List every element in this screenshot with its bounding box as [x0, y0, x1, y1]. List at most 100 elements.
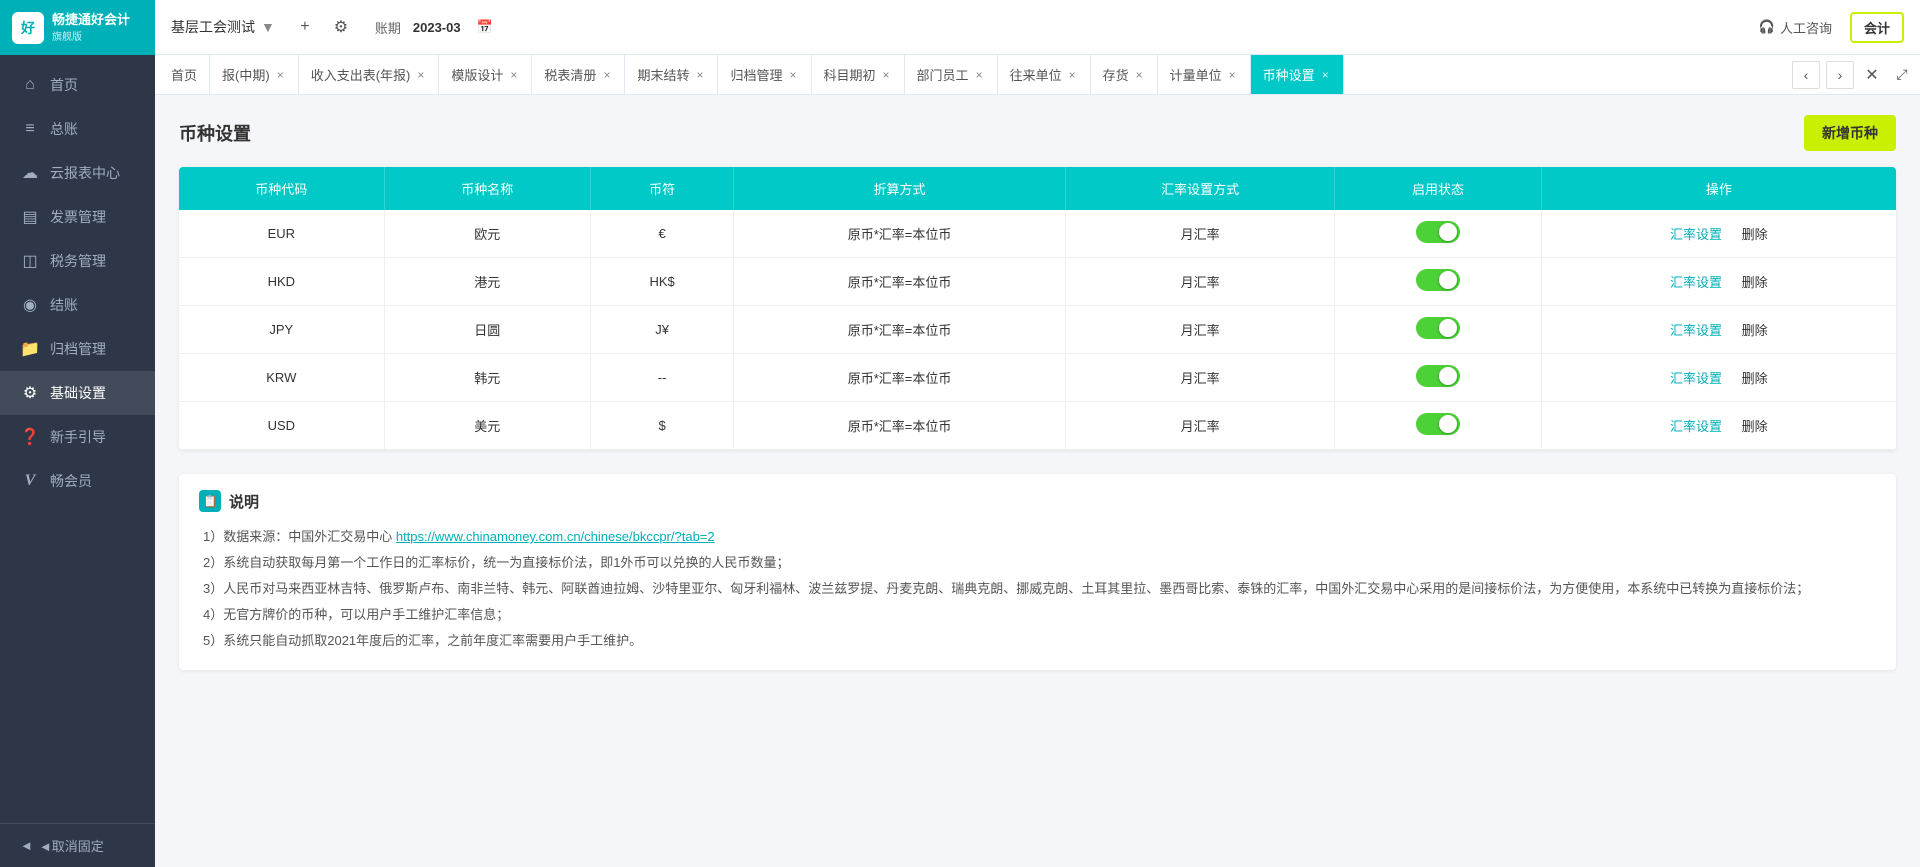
- currency-table: 币种代码 币种名称 币符 折算方式 汇率设置方式 启用状态 操作 EUR 欧元 …: [179, 167, 1896, 450]
- cell-rate-type-0: 月汇率: [1065, 210, 1334, 258]
- tab-prev-button[interactable]: ‹: [1792, 61, 1820, 89]
- sidebar-item-guide[interactable]: ❓ 新手引导: [0, 415, 155, 459]
- gear-icon: ⚙: [334, 17, 348, 37]
- sidebar-item-settlement[interactable]: ◉ 结账: [0, 283, 155, 327]
- rate-setting-link-1[interactable]: 汇率设置: [1670, 275, 1722, 290]
- col-name: 币种名称: [384, 167, 590, 210]
- toggle-enabled-4[interactable]: [1416, 413, 1460, 435]
- sidebar-pin-toggle[interactable]: ◄ ◄取消固定: [0, 823, 155, 867]
- settings-icon: ⚙: [20, 383, 40, 403]
- cell-name-3: 韩元: [384, 354, 590, 402]
- sidebar-item-ledger[interactable]: ≡ 总账: [0, 107, 155, 151]
- tab-period-close[interactable]: ×: [275, 67, 286, 83]
- china-money-link[interactable]: https://www.chinamoney.com.cn/chinese/bk…: [396, 529, 715, 544]
- tab-annual-close[interactable]: ×: [415, 67, 426, 83]
- tab-period-end-close[interactable]: ×: [694, 67, 705, 83]
- cell-code-2: JPY: [179, 306, 384, 354]
- cell-symbol-3: --: [590, 354, 733, 402]
- note-item-2: 3）人民币对马来西亚林吉特、俄罗斯卢布、南非兰特、韩元、阿联酋迪拉姆、沙特里亚尔…: [203, 576, 1876, 602]
- toggle-enabled-0[interactable]: [1416, 221, 1460, 243]
- tab-unit-label: 计量单位: [1170, 65, 1222, 84]
- tab-tax-close[interactable]: ×: [601, 67, 612, 83]
- support-button[interactable]: 🎧 人工咨询: [1751, 14, 1840, 41]
- tab-partner[interactable]: 往来单位 ×: [998, 55, 1091, 95]
- tab-home[interactable]: 首页: [159, 55, 210, 95]
- col-actions: 操作: [1541, 167, 1896, 210]
- sidebar-label-archive: 归档管理: [50, 339, 106, 359]
- tab-dept[interactable]: 部门员工 ×: [905, 55, 998, 95]
- tab-dept-close[interactable]: ×: [974, 67, 985, 83]
- account-button[interactable]: 会计: [1850, 12, 1904, 43]
- pin-label: ◄取消固定: [39, 836, 104, 855]
- add-company-button[interactable]: +: [291, 13, 319, 41]
- new-currency-button[interactable]: 新增币种: [1804, 115, 1896, 151]
- cell-name-0: 欧元: [384, 210, 590, 258]
- cell-calc-3: 原币*汇率=本位币: [734, 354, 1066, 402]
- tab-subject-close[interactable]: ×: [881, 67, 892, 83]
- tabbar: 首页 报(中期) × 收入支出表(年报) × 模版设计 × 税表清册 × 期末结…: [155, 55, 1920, 95]
- dropdown-arrow-icon[interactable]: ▼: [261, 19, 275, 35]
- tab-inventory[interactable]: 存货 ×: [1091, 55, 1158, 95]
- sidebar-item-reports[interactable]: ☁ 云报表中心: [0, 151, 155, 195]
- tab-subject[interactable]: 科目期初 ×: [812, 55, 905, 95]
- sidebar-label-invoice: 发票管理: [50, 207, 106, 227]
- tab-partner-label: 往来单位: [1010, 65, 1062, 84]
- tab-template[interactable]: 模版设计 ×: [439, 55, 532, 95]
- cell-code-3: KRW: [179, 354, 384, 402]
- tab-currency[interactable]: 币种设置 ×: [1251, 55, 1344, 95]
- toggle-enabled-1[interactable]: [1416, 269, 1460, 291]
- col-symbol: 币符: [590, 167, 733, 210]
- tab-period-end[interactable]: 期末结转 ×: [625, 55, 718, 95]
- sidebar-label-guide: 新手引导: [50, 427, 106, 447]
- delete-link-2[interactable]: 删除: [1742, 323, 1768, 338]
- sidebar-item-tax[interactable]: ◫ 税务管理: [0, 239, 155, 283]
- settings-config-button[interactable]: ⚙: [327, 13, 355, 41]
- sidebar-item-settings[interactable]: ⚙ 基础设置: [0, 371, 155, 415]
- expand-button[interactable]: ⤢: [1888, 61, 1916, 89]
- plus-icon: +: [300, 18, 309, 36]
- cell-symbol-2: J¥: [590, 306, 733, 354]
- toggle-track-2: [1416, 317, 1460, 339]
- calendar-icon[interactable]: 📅: [477, 19, 493, 35]
- tab-inventory-close[interactable]: ×: [1134, 67, 1145, 83]
- delete-link-1[interactable]: 删除: [1742, 275, 1768, 290]
- period-label: 账期: [375, 18, 401, 37]
- rate-setting-link-2[interactable]: 汇率设置: [1670, 323, 1722, 338]
- cell-rate-type-3: 月汇率: [1065, 354, 1334, 402]
- tab-archive[interactable]: 归档管理 ×: [718, 55, 811, 95]
- sidebar-item-home[interactable]: ⌂ 首页: [0, 63, 155, 107]
- sidebar-item-member[interactable]: V 畅会员: [0, 459, 155, 503]
- sidebar-item-archive[interactable]: 📁 归档管理: [0, 327, 155, 371]
- col-code: 币种代码: [179, 167, 384, 210]
- sidebar-item-invoice[interactable]: ▤ 发票管理: [0, 195, 155, 239]
- tab-tax-form[interactable]: 税表清册 ×: [532, 55, 625, 95]
- tab-partner-close[interactable]: ×: [1067, 67, 1078, 83]
- cell-rate-type-1: 月汇率: [1065, 258, 1334, 306]
- tab-annual-report[interactable]: 收入支出表(年报) ×: [299, 55, 440, 95]
- sidebar-label-member: 畅会员: [50, 471, 92, 491]
- rate-setting-link-4[interactable]: 汇率设置: [1670, 419, 1722, 434]
- tab-currency-close[interactable]: ×: [1320, 67, 1331, 83]
- page-header: 币种设置 新增币种: [179, 115, 1896, 151]
- toggle-enabled-2[interactable]: [1416, 317, 1460, 339]
- close-all-tabs-button[interactable]: ✕: [1858, 61, 1886, 89]
- rate-setting-link-0[interactable]: 汇率设置: [1670, 227, 1722, 242]
- tab-archive-close[interactable]: ×: [788, 67, 799, 83]
- cell-calc-1: 原币*汇率=本位币: [734, 258, 1066, 306]
- toggle-enabled-3[interactable]: [1416, 365, 1460, 387]
- delete-link-4[interactable]: 删除: [1742, 419, 1768, 434]
- tab-period[interactable]: 报(中期) ×: [210, 55, 299, 95]
- topbar-right: 🎧 人工咨询 会计: [1751, 12, 1904, 43]
- rate-setting-link-3[interactable]: 汇率设置: [1670, 371, 1722, 386]
- cell-actions-1: 汇率设置 删除: [1541, 258, 1896, 306]
- delete-link-0[interactable]: 删除: [1742, 227, 1768, 242]
- table-row: HKD 港元 HK$ 原币*汇率=本位币 月汇率 汇率设置 删除: [179, 258, 1896, 306]
- tab-unit[interactable]: 计量单位 ×: [1158, 55, 1251, 95]
- tab-next-button[interactable]: ›: [1826, 61, 1854, 89]
- note-item-3: 4）无官方牌价的币种，可以用户手工维护汇率信息；: [203, 602, 1876, 628]
- home-icon: ⌂: [20, 76, 40, 94]
- delete-link-3[interactable]: 删除: [1742, 371, 1768, 386]
- tab-unit-close[interactable]: ×: [1227, 67, 1238, 83]
- tab-template-close[interactable]: ×: [508, 67, 519, 83]
- cell-code-1: HKD: [179, 258, 384, 306]
